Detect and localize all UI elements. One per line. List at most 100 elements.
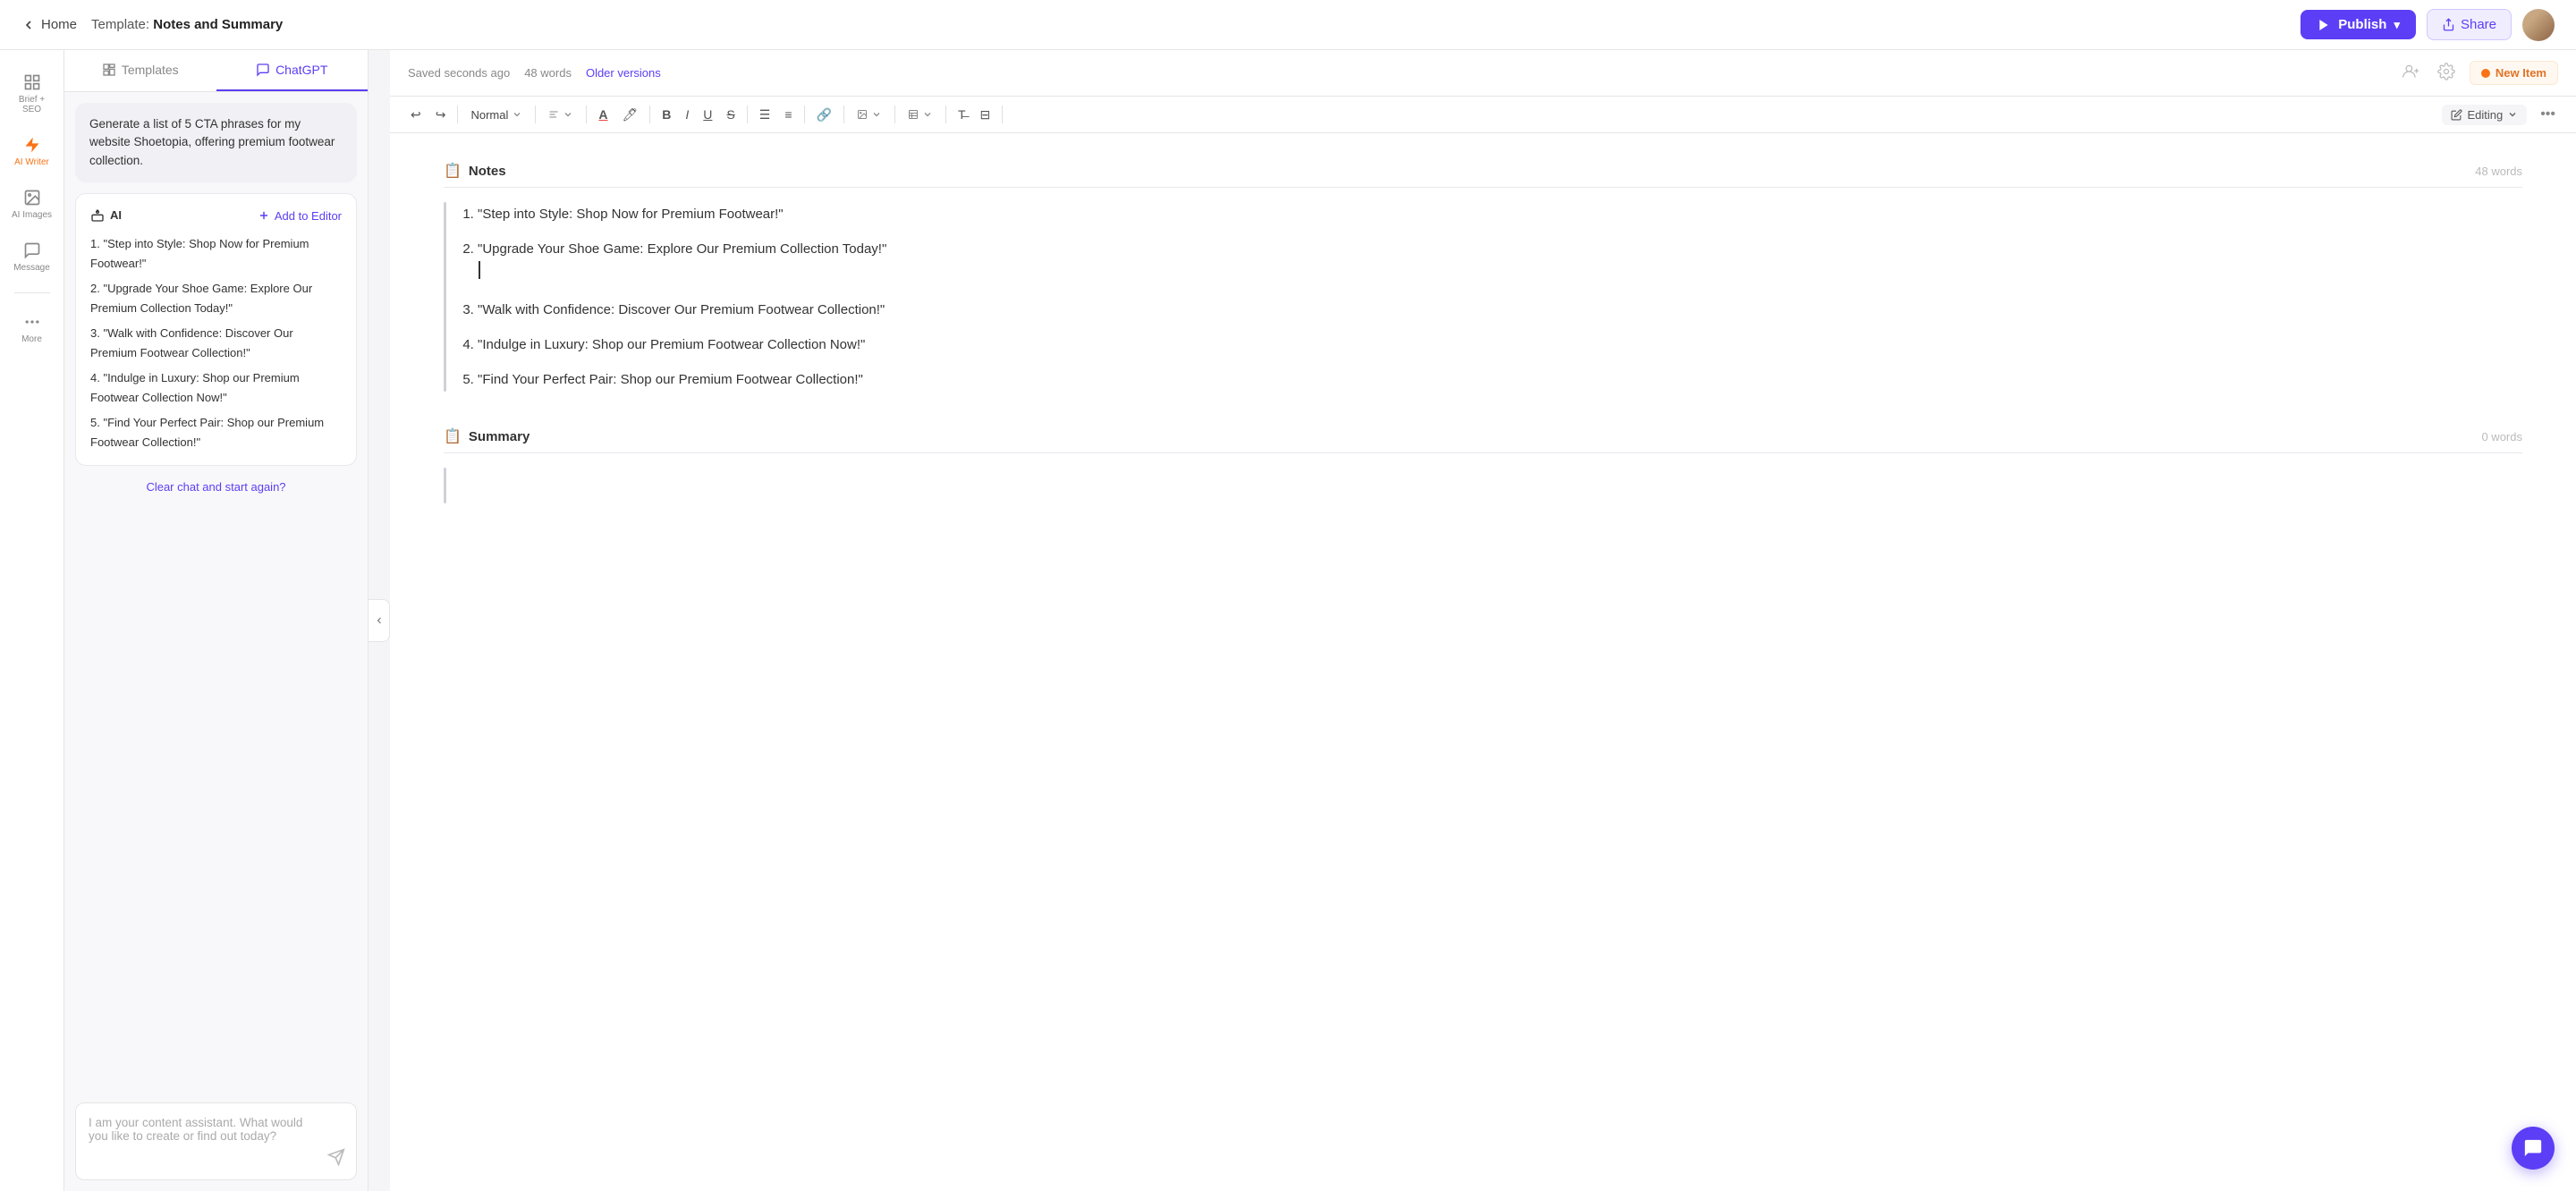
more-options-button[interactable]: ••• xyxy=(2534,102,2562,127)
settings-icon xyxy=(2437,63,2455,80)
summary-content xyxy=(444,468,2522,503)
new-item-dot xyxy=(2481,69,2490,78)
grid-icon xyxy=(23,73,41,91)
undo-button[interactable]: ↩ xyxy=(404,103,428,127)
editor-area: Saved seconds ago 48 words Older version… xyxy=(390,50,2576,1191)
notes-item-4: "Indulge in Luxury: Shop our Premium Foo… xyxy=(478,333,2522,357)
notes-content: "Step into Style: Shop Now for Premium F… xyxy=(444,202,2522,392)
link-button[interactable]: 🔗 xyxy=(810,103,838,127)
editing-dropdown[interactable]: Editing xyxy=(2442,105,2527,125)
older-versions-link[interactable]: Older versions xyxy=(586,66,661,80)
ai-item-5: 5. "Find Your Perfect Pair: Shop our Pre… xyxy=(90,413,342,452)
send-button[interactable] xyxy=(327,1148,345,1169)
settings-button[interactable] xyxy=(2434,59,2459,87)
publish-chevron-icon: ▾ xyxy=(2394,18,2400,32)
notes-item-2: "Upgrade Your Shoe Game: Explore Our Pre… xyxy=(478,237,2522,287)
clear-format-button[interactable]: T̶ xyxy=(952,103,972,126)
summary-left-bar xyxy=(444,468,446,503)
notes-section: 📋 Notes 48 words "Step into Style: Shop … xyxy=(444,155,2522,392)
special-char-button[interactable]: ⊟ xyxy=(974,103,997,127)
sidebar-item-brief-seo[interactable]: Brief + SEO xyxy=(4,64,61,123)
image-insert-chevron-icon xyxy=(871,109,882,120)
highlight-button[interactable]: 🖊 xyxy=(616,103,645,127)
notes-section-header: 📋 Notes 48 words xyxy=(444,155,2522,188)
toolbar-sep-1 xyxy=(457,106,458,123)
notes-item-3: "Walk with Confidence: Discover Our Prem… xyxy=(478,298,2522,322)
template-name: Notes and Summary xyxy=(153,17,283,32)
sidebar-item-ai-writer[interactable]: AI Writer xyxy=(4,127,61,176)
pencil-icon xyxy=(2451,109,2462,121)
send-icon xyxy=(327,1148,345,1166)
panel-tabs: Templates ChatGPT xyxy=(64,50,368,92)
bullet-list-button[interactable]: ☰ xyxy=(753,103,777,127)
text-color-button[interactable]: A xyxy=(592,103,614,126)
share-button[interactable]: Share xyxy=(2427,9,2512,40)
icon-sidebar: Brief + SEO AI Writer AI Images Message … xyxy=(0,50,64,1191)
new-item-label: New Item xyxy=(2496,66,2546,80)
chat-input[interactable] xyxy=(76,1103,356,1175)
strikethrough-button[interactable]: S xyxy=(720,103,741,126)
collapse-panel-button[interactable] xyxy=(369,599,390,642)
summary-section-title: Summary xyxy=(469,429,530,444)
style-dropdown[interactable]: Normal xyxy=(463,105,530,125)
toolbar-sep-9 xyxy=(945,106,946,123)
sidebar-item-message[interactable]: Message xyxy=(4,232,61,282)
ordered-list-button[interactable]: ≡ xyxy=(778,103,798,126)
ai-response-text: 1. "Step into Style: Shop Now for Premiu… xyxy=(90,234,342,453)
chevron-left-icon xyxy=(21,18,36,32)
summary-section: 📋 Summary 0 words xyxy=(444,420,2522,503)
word-count-label: 48 words xyxy=(524,66,572,80)
add-editor-icon xyxy=(258,209,270,222)
tab-chatgpt[interactable]: ChatGPT xyxy=(216,50,369,91)
support-icon xyxy=(2523,1138,2543,1158)
image-icon xyxy=(23,189,41,207)
avatar[interactable] xyxy=(2522,9,2555,41)
align-dropdown[interactable] xyxy=(541,106,580,123)
home-link[interactable]: Home xyxy=(21,17,77,32)
summary-section-icon: 📋 xyxy=(444,427,462,445)
publish-icon xyxy=(2317,18,2331,32)
ai-label: AI xyxy=(90,207,122,225)
toolbar-sep-10 xyxy=(1002,106,1003,123)
publish-button[interactable]: Publish ▾ xyxy=(2301,10,2416,39)
sidebar-divider xyxy=(14,292,50,293)
table-dropdown[interactable] xyxy=(901,106,940,123)
bold-button[interactable]: B xyxy=(656,103,677,126)
notes-title-row: 📋 Notes xyxy=(444,162,506,180)
image-insert-icon xyxy=(857,109,868,120)
user-message-bubble: Generate a list of 5 CTA phrases for my … xyxy=(75,103,357,182)
add-person-button[interactable] xyxy=(2398,59,2423,87)
main-layout: Brief + SEO AI Writer AI Images Message … xyxy=(0,50,2576,1191)
home-label: Home xyxy=(41,17,77,32)
insert-image-dropdown[interactable] xyxy=(850,106,889,123)
ai-item-1: 1. "Step into Style: Shop Now for Premiu… xyxy=(90,234,342,274)
top-bar-left: Home Template: Notes and Summary xyxy=(21,17,283,32)
message-icon xyxy=(23,241,41,259)
style-dropdown-icon xyxy=(512,109,522,120)
editing-chevron-icon xyxy=(2507,109,2518,120)
ai-item-4: 4. "Indulge in Luxury: Shop our Premium … xyxy=(90,368,342,408)
top-bar: Home Template: Notes and Summary Publish… xyxy=(0,0,2576,50)
sidebar-item-more[interactable]: More xyxy=(4,304,61,353)
add-to-editor-button[interactable]: Add to Editor xyxy=(258,209,342,223)
editor-content: 📋 Notes 48 words "Step into Style: Shop … xyxy=(390,133,2576,1191)
user-message-text: Generate a list of 5 CTA phrases for my … xyxy=(89,117,335,167)
tab-templates-label: Templates xyxy=(122,63,179,77)
support-button[interactable] xyxy=(2512,1127,2555,1170)
sidebar-item-ai-images[interactable]: AI Images xyxy=(4,180,61,229)
new-item-badge[interactable]: New Item xyxy=(2470,61,2558,85)
summary-title-row: 📋 Summary xyxy=(444,427,530,445)
panel: Templates ChatGPT Generate a list of 5 C… xyxy=(64,50,369,1191)
share-icon xyxy=(2442,18,2455,31)
underline-button[interactable]: U xyxy=(697,103,718,126)
tab-templates[interactable]: Templates xyxy=(64,50,216,91)
toolbar-sep-3 xyxy=(586,106,587,123)
clear-chat-link[interactable]: Clear chat and start again? xyxy=(75,477,357,497)
toolbar-sep-4 xyxy=(649,106,650,123)
editor-meta-right: New Item xyxy=(2398,59,2558,87)
ai-writer-label: AI Writer xyxy=(14,157,49,167)
italic-button[interactable]: I xyxy=(679,103,695,126)
redo-button[interactable]: ↪ xyxy=(429,103,453,127)
toolbar-sep-2 xyxy=(535,106,536,123)
chevron-left-collapse-icon xyxy=(374,615,385,626)
